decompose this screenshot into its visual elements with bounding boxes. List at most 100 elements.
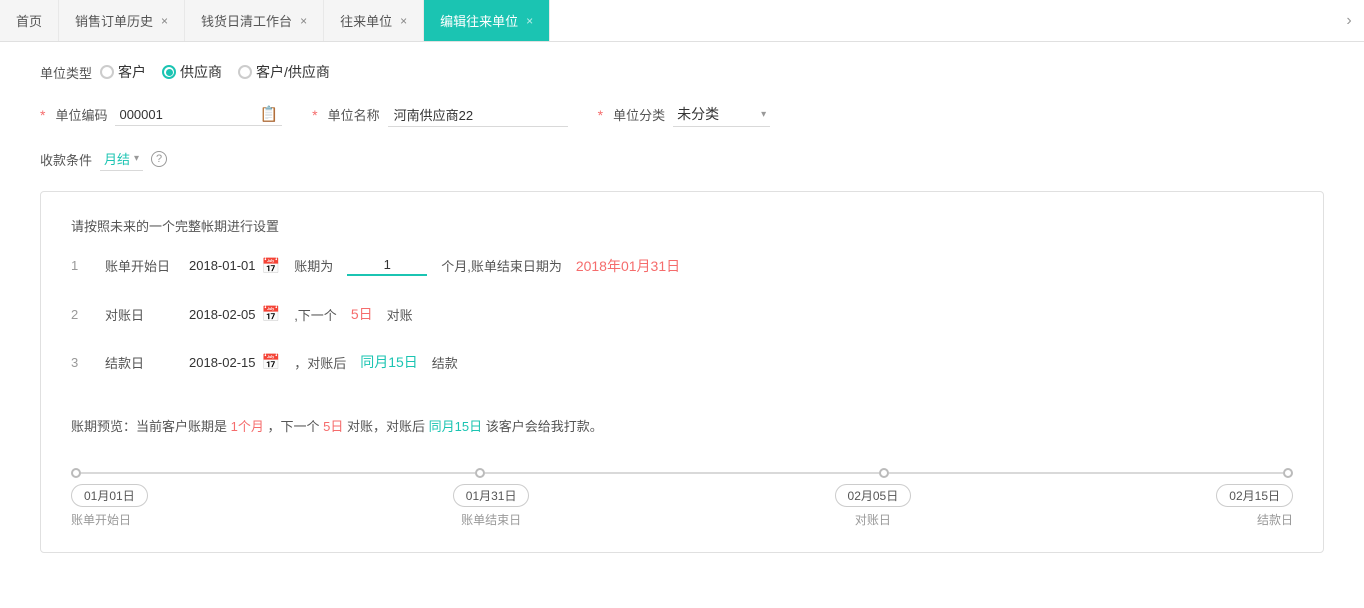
timeline-segment-1 (81, 472, 475, 474)
tab-sales-history-label: 销售订单历史 (75, 11, 153, 30)
start-date-field: 2018-01-01 📅 (189, 257, 280, 275)
timeline-label-1: 01月31日 账单结束日 (453, 484, 530, 528)
payment-desc-post: 结款 (432, 353, 458, 372)
timeline-segment-3 (889, 472, 1283, 474)
unit-code-copy-icon[interactable]: 📋 (259, 105, 278, 123)
tab-units-label: 往来单位 (340, 11, 392, 30)
payment-terms-help-icon[interactable]: ? (151, 151, 167, 167)
reconcile-date-value: 2018-02-05 (189, 307, 256, 322)
timeline-dot-0 (71, 468, 81, 478)
reconcile-date-calendar-icon[interactable]: 📅 (262, 305, 281, 323)
timeline-dot-3 (1283, 468, 1293, 478)
reconcile-date-label: 对账日 (105, 305, 175, 324)
tab-sales-history[interactable]: 销售订单历史 × (59, 0, 185, 41)
unit-code-field: 📋 (115, 103, 282, 126)
timeline-dot-1 (475, 468, 485, 478)
radio-both[interactable]: 客户/供应商 (238, 62, 330, 82)
period-input[interactable] (347, 255, 427, 276)
main-content: 单位类型 客户 供应商 客户/供应商 * 单位编码 (0, 42, 1364, 608)
tab-sales-history-close[interactable]: × (161, 14, 168, 28)
unit-type-radio-group: 客户 供应商 客户/供应商 (100, 62, 330, 82)
payment-desc-pre: ，对账后 (294, 353, 346, 372)
timeline-sublabel-2: 对账日 (855, 511, 891, 528)
unit-type-group: 单位类型 客户 供应商 客户/供应商 (40, 62, 330, 82)
start-date-calendar-icon[interactable]: 📅 (262, 257, 281, 275)
payment-terms-group: 收款条件 月结 ▾ ? (40, 147, 167, 171)
tab-home[interactable]: 首页 (0, 0, 59, 41)
unit-type-row: 单位类型 客户 供应商 客户/供应商 (40, 62, 1324, 82)
payment-terms-select[interactable]: 月结 ▾ (100, 147, 143, 171)
payment-terms-chevron: ▾ (134, 153, 139, 164)
timeline-track (71, 468, 1293, 478)
timeline-sublabel-1: 账单结束日 (461, 511, 521, 528)
tab-bar: 首页 销售订单历史 × 钱货日清工作台 × 往来单位 × 编辑往来单位 × › (0, 0, 1364, 42)
radio-supplier-label: 供应商 (180, 62, 222, 82)
radio-both-circle (238, 65, 252, 79)
unit-code-input[interactable] (119, 107, 259, 122)
tab-units-close[interactable]: × (400, 14, 407, 28)
preview-part1: 1个月 (231, 419, 264, 434)
tab-units[interactable]: 往来单位 × (324, 0, 424, 41)
reconcile-desc-pre: ,下一个 (294, 305, 337, 324)
reconcile-day-highlight: 5日 (351, 304, 373, 324)
radio-customer[interactable]: 客户 (100, 62, 146, 82)
timeline-dot-2 (879, 468, 889, 478)
radio-supplier[interactable]: 供应商 (162, 62, 222, 82)
unit-name-input[interactable] (388, 103, 568, 127)
unit-type-label: 单位类型 (40, 63, 92, 82)
row-num-2: 2 (71, 307, 91, 322)
preview-part2: 5日 (323, 419, 343, 434)
start-date-value: 2018-01-01 (189, 258, 256, 273)
payment-date-label: 结款日 (105, 353, 175, 372)
unit-name-group: * 单位名称 (312, 103, 567, 127)
period-unit-text: 个月,账单结束日期为 (441, 256, 562, 275)
payment-terms-label: 收款条件 (40, 150, 92, 169)
radio-customer-circle (100, 65, 114, 79)
timeline: 01月01日 账单开始日 01月31日 账单结束日 02月05日 对账日 02月… (71, 468, 1293, 528)
timeline-bubble-3: 02月15日 (1216, 484, 1293, 507)
reconcile-desc-post: 对账 (387, 305, 413, 324)
timeline-segment-2 (485, 472, 879, 474)
timeline-bubble-2: 02月05日 (835, 484, 912, 507)
unit-category-group: * 单位分类 未分类 ▾ (598, 102, 771, 127)
radio-both-label: 客户/供应商 (256, 62, 330, 82)
preview-comma1: ，下一个 (268, 419, 320, 434)
unit-code-star: * (40, 107, 45, 123)
tab-cash-ledger-close[interactable]: × (300, 14, 307, 28)
start-date-label: 账单开始日 (105, 256, 175, 275)
timeline-labels: 01月01日 账单开始日 01月31日 账单结束日 02月05日 对账日 02月… (71, 484, 1293, 528)
payment-date-row: 3 结款日 2018-02-15 📅 ，对账后 同月15日 结款 (71, 352, 1293, 372)
timeline-bubble-1: 01月31日 (453, 484, 530, 507)
radio-supplier-circle (162, 65, 176, 79)
timeline-label-0: 01月01日 账单开始日 (71, 484, 148, 528)
period-settings-section: 请按照未来的一个完整帐期进行设置 1 账单开始日 2018-01-01 📅 账期… (40, 191, 1324, 553)
unit-category-select[interactable]: 未分类 ▾ (673, 102, 770, 127)
tab-cash-ledger[interactable]: 钱货日清工作台 × (185, 0, 324, 41)
tab-edit-unit-close[interactable]: × (526, 14, 533, 28)
reconcile-date-field: 2018-02-05 📅 (189, 305, 280, 323)
unit-category-value: 未分类 (677, 104, 757, 124)
unit-code-label: 单位编码 (55, 105, 107, 124)
payment-date-calendar-icon[interactable]: 📅 (262, 353, 281, 371)
tab-edit-unit[interactable]: 编辑往来单位 × (424, 0, 550, 41)
row-num-1: 1 (71, 258, 91, 273)
tab-edit-unit-label: 编辑往来单位 (440, 11, 518, 30)
preview-text1: 对账，对账后 (347, 419, 425, 434)
preview-suffix: 该客户会给我打款。 (486, 419, 603, 434)
preview-prefix: 账期预览：当前客户账期是 (71, 419, 227, 434)
unit-name-star: * (312, 107, 317, 123)
unit-info-row: * 单位编码 📋 * 单位名称 * 单位分类 未分类 ▾ (40, 102, 1324, 127)
tab-home-label: 首页 (16, 11, 42, 30)
unit-category-label: 单位分类 (613, 105, 665, 124)
timeline-bubble-0: 01月01日 (71, 484, 148, 507)
start-date-row: 1 账单开始日 2018-01-01 📅 账期为 个月,账单结束日期为 2018… (71, 255, 1293, 276)
unit-category-star: * (598, 107, 603, 123)
timeline-sublabel-3: 结款日 (1257, 511, 1293, 528)
unit-code-group: * 单位编码 📋 (40, 103, 282, 126)
tab-scroll-right[interactable]: › (1334, 0, 1364, 41)
payment-day-highlight: 同月15日 (360, 352, 418, 372)
unit-name-label: 单位名称 (328, 105, 380, 124)
timeline-label-3: 02月15日 结款日 (1216, 484, 1293, 528)
preview-text: 账期预览：当前客户账期是 1个月 ，下一个 5日 对账，对账后 同月15日 该客… (71, 400, 1293, 458)
row-num-3: 3 (71, 355, 91, 370)
